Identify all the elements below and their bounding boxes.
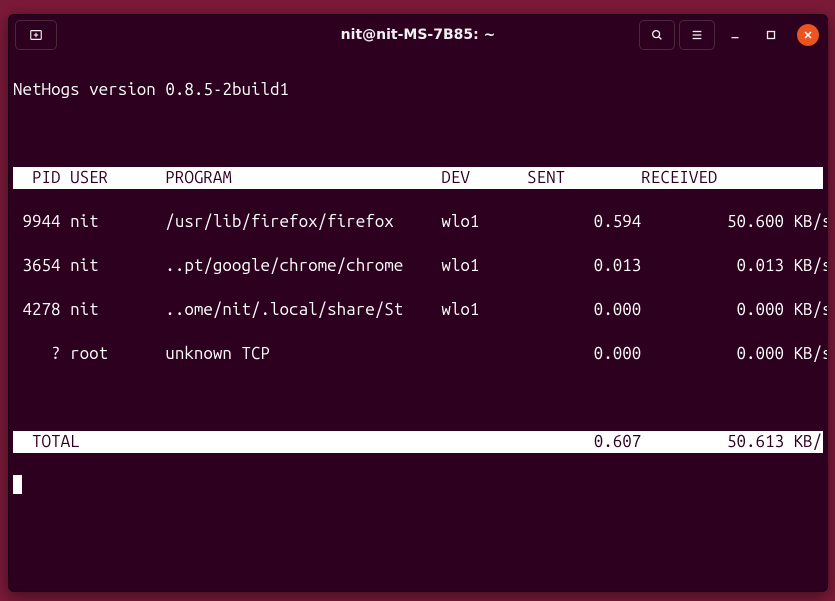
total-row: TOTAL0.60750.613 KB/sec [13,431,823,453]
new-tab-button[interactable] [15,20,57,50]
table-row: 3654 nit..pt/google/chrome/chromewlo10.0… [13,255,823,277]
search-button[interactable] [639,20,675,50]
blank-line [13,123,823,145]
menu-button[interactable] [679,20,715,50]
minimize-button[interactable] [719,21,751,49]
table-row: 4278 nit..ome/nit/.local/share/Stwlo10.0… [13,299,823,321]
table-row: 9944 nit/usr/lib/firefox/firefoxwlo10.59… [13,211,823,233]
search-icon [650,28,664,42]
minimize-icon [728,28,742,42]
close-button[interactable] [797,24,819,46]
new-tab-icon [29,28,43,42]
close-icon [803,30,813,40]
titlebar: nit@nit-MS-7B85: ~ [9,15,827,55]
prompt-line [13,475,823,497]
hamburger-icon [690,28,704,42]
cursor [13,475,22,494]
blank-line [13,387,823,409]
maximize-icon [764,28,778,42]
maximize-button[interactable] [755,21,787,49]
terminal-window: nit@nit-MS-7B85: ~ [8,14,828,592]
table-row: ? rootunknown TCP0.0000.000 KB/sec [13,343,823,365]
header-row: PID USERPROGRAMDEVSENTRECEIVED [13,167,823,189]
terminal-content[interactable]: NetHogs version 0.8.5-2build1 PID USERPR… [9,55,827,591]
version-line: NetHogs version 0.8.5-2build1 [13,79,823,101]
